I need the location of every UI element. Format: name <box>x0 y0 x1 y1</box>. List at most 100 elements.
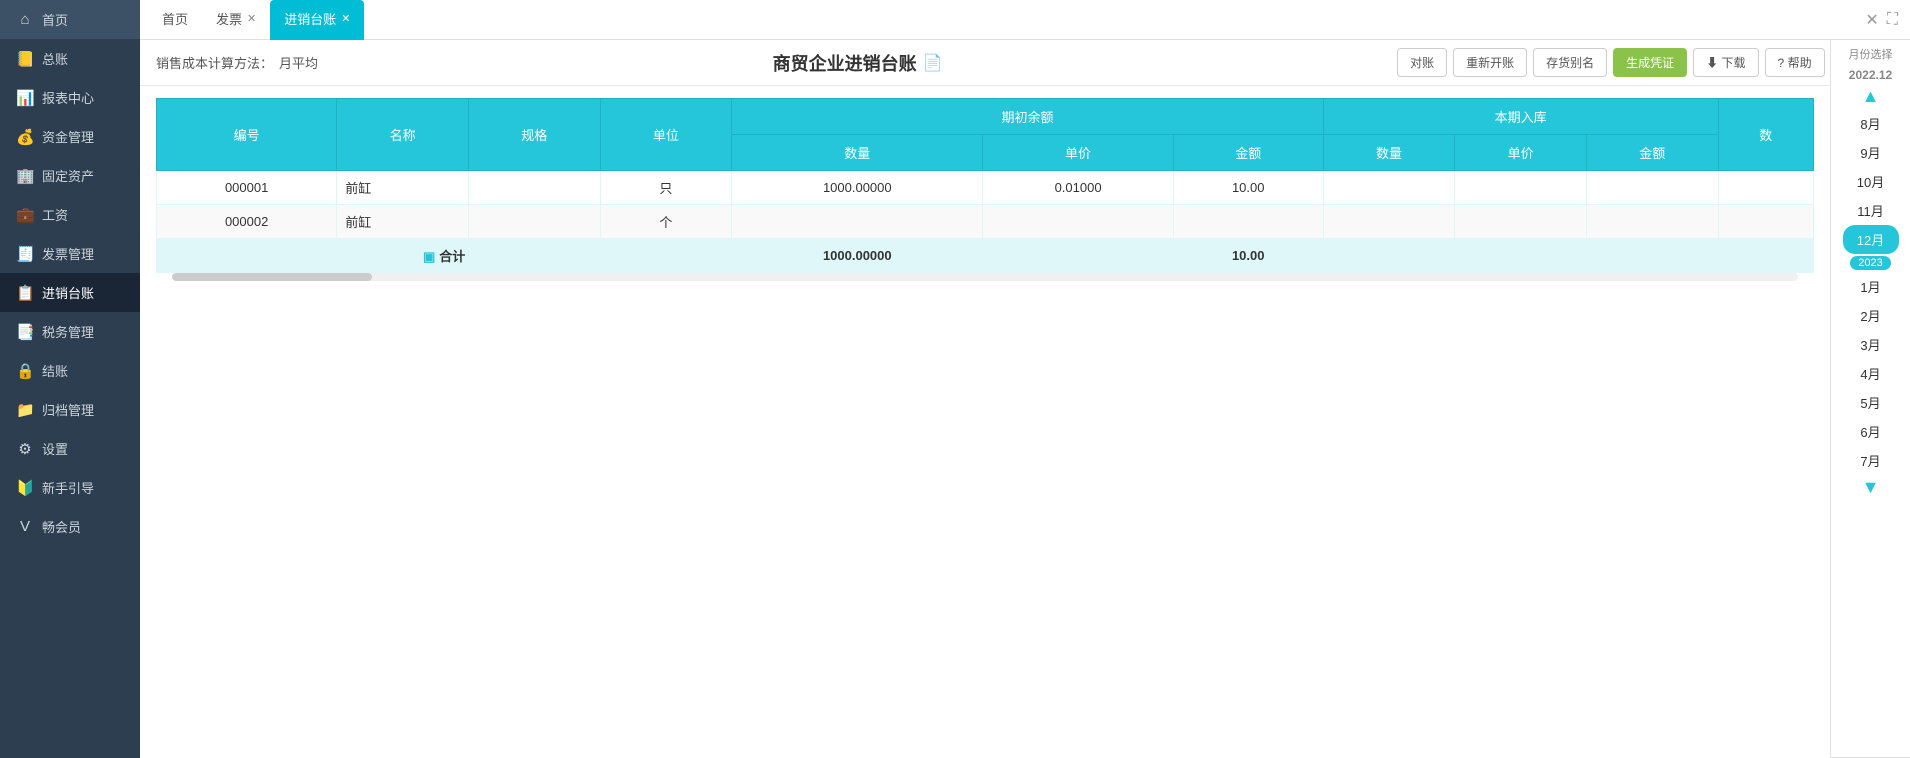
help-icon: ? <box>1778 56 1785 70</box>
table-container: 编号 名称 规格 单位 期初余额 本期入库 数 数量 单价 金额 数 <box>140 86 1830 758</box>
cell-opening-qty: 1000.00000 <box>732 171 983 205</box>
sidebar-icon-invoice_mgmt: 🧾 <box>16 245 34 263</box>
th-more: 数 <box>1718 99 1813 171</box>
th-unit: 单位 <box>600 99 732 171</box>
month-item-11月[interactable]: 11月 <box>1843 196 1899 225</box>
th-current-in-qty: 数量 <box>1323 135 1455 171</box>
sidebar-item-home[interactable]: ⌂首页 <box>0 0 140 39</box>
cell-opening-price: 0.01000 <box>983 171 1173 205</box>
sidebar-item-tax[interactable]: 📑税务管理 <box>0 312 140 351</box>
main-area: 首页 发票 ✕ 进销台账 ✕ ✕ ⛶ 销售成本计算方法： 月平均 商贸企业进销台… <box>140 0 1910 758</box>
th-name: 名称 <box>337 99 469 171</box>
page-title: 商贸企业进销台账 📄 <box>318 50 1397 76</box>
cost-method-label: 销售成本计算方法： <box>156 53 273 72</box>
scroll-down-button[interactable]: ▼ <box>1862 475 1880 500</box>
cost-method-area: 销售成本计算方法： 月平均 <box>156 53 318 72</box>
sidebar-item-payroll[interactable]: 💼工资 <box>0 195 140 234</box>
month-item-5月[interactable]: 5月 <box>1843 388 1899 417</box>
generate-voucher-button[interactable]: 生成凭证 <box>1613 48 1687 77</box>
save-alias-button[interactable]: 存货别名 <box>1533 48 1607 77</box>
year-2023-badge: 2023 <box>1850 256 1890 270</box>
cell-current-in-qty <box>1323 171 1455 205</box>
sidebar-item-assets[interactable]: 🏢固定资产 <box>0 156 140 195</box>
toolbar-right: 对账 重新开账 存货别名 生成凭证 ⬇ 下载 ? 帮助 ↻ 刷新 <box>1397 48 1894 77</box>
sidebar-label-purchase_sales: 进销台账 <box>42 283 94 302</box>
expand-button[interactable]: ⛶ <box>1887 10 1898 30</box>
sidebar-item-reports[interactable]: 📊报表中心 <box>0 78 140 117</box>
th-spec: 规格 <box>468 99 600 171</box>
sidebar-label-invoice_mgmt: 发票管理 <box>42 244 94 263</box>
sidebar-icon-purchase_sales: 📋 <box>16 284 34 302</box>
month-item-2月[interactable]: 2月 <box>1843 301 1899 330</box>
total-opening-price <box>983 239 1173 273</box>
download-label: 下载 <box>1722 56 1746 70</box>
table-row[interactable]: 000002 前缸 个 <box>157 205 1814 239</box>
tab-invoice-close[interactable]: ✕ <box>247 12 256 25</box>
th-opening-qty: 数量 <box>732 135 983 171</box>
month-item-3月[interactable]: 3月 <box>1843 330 1899 359</box>
cell-spec <box>468 171 600 205</box>
cell-current-in-amount <box>1586 171 1718 205</box>
toolbar: 销售成本计算方法： 月平均 商贸企业进销台账 📄 对账 重新开账 存货别名 生成… <box>140 40 1910 86</box>
tab-home-label: 首页 <box>162 9 188 28</box>
tab-home[interactable]: 首页 <box>148 0 202 40</box>
month-item-7月[interactable]: 7月 <box>1843 446 1899 475</box>
month-item-6月[interactable]: 6月 <box>1843 417 1899 446</box>
download-icon: ⬇ <box>1706 56 1718 70</box>
sidebar-icon-home: ⌂ <box>16 11 34 28</box>
cell-spec <box>468 205 600 239</box>
doc-icon: 📄 <box>923 53 943 73</box>
cell-more <box>1718 171 1813 205</box>
month-item-4月[interactable]: 4月 <box>1843 359 1899 388</box>
download-button[interactable]: ⬇ 下载 <box>1693 48 1758 77</box>
tab-invoice[interactable]: 发票 ✕ <box>202 0 270 40</box>
reconcile-button[interactable]: 对账 <box>1397 48 1447 77</box>
sidebar-icon-settings: ⚙ <box>16 440 34 458</box>
total-row: ▣合计 1000.00000 10.00 <box>157 239 1814 273</box>
sidebar-item-guide[interactable]: 🔰新手引导 <box>0 468 140 507</box>
help-label: 帮助 <box>1788 56 1812 70</box>
month-item-1月[interactable]: 1月 <box>1843 272 1899 301</box>
reopen-button[interactable]: 重新开账 <box>1453 48 1527 77</box>
sidebar-icon-funds: 💰 <box>16 128 34 146</box>
table-row[interactable]: 000001 前缸 只 1000.00000 0.01000 10.00 <box>157 171 1814 205</box>
month-item-10月[interactable]: 10月 <box>1843 167 1899 196</box>
page-content: 销售成本计算方法： 月平均 商贸企业进销台账 📄 对账 重新开账 存货别名 生成… <box>140 40 1910 758</box>
sidebar-item-archive[interactable]: 📁归档管理 <box>0 390 140 429</box>
tab-purchase-sales[interactable]: 进销台账 ✕ <box>270 0 364 40</box>
cell-current-in-amount <box>1586 205 1718 239</box>
th-code: 编号 <box>157 99 337 171</box>
main-table: 编号 名称 规格 单位 期初余额 本期入库 数 数量 单价 金额 数 <box>156 98 1814 273</box>
scroll-up-button[interactable]: ▲ <box>1862 86 1880 109</box>
sidebar-label-reports: 报表中心 <box>42 88 94 107</box>
month-item-8月[interactable]: 8月 <box>1843 109 1899 138</box>
cell-current-in-price <box>1455 205 1587 239</box>
close-button[interactable]: ✕ <box>1865 10 1878 30</box>
table-scrollbar-thumb <box>172 273 372 281</box>
sidebar-label-settings: 设置 <box>42 439 68 458</box>
sidebar-item-close[interactable]: 🔒结账 <box>0 351 140 390</box>
sidebar-label-ledger: 总账 <box>42 49 68 68</box>
th-current-in-amount: 金额 <box>1586 135 1718 171</box>
total-more <box>1718 239 1813 273</box>
help-button[interactable]: ? 帮助 <box>1765 48 1825 77</box>
sidebar-item-ledger[interactable]: 📒总账 <box>0 39 140 78</box>
table-scrollbar[interactable] <box>172 273 1798 281</box>
sidebar-item-invoice_mgmt[interactable]: 🧾 发票管理 <box>0 234 140 273</box>
tab-purchase-sales-close[interactable]: ✕ <box>341 12 350 25</box>
sidebar-label-assets: 固定资产 <box>42 166 94 185</box>
sidebar-icon-archive: 📁 <box>16 401 34 419</box>
month-item-12月[interactable]: 12月 <box>1843 225 1899 254</box>
cell-current-in-qty <box>1323 205 1455 239</box>
cell-more <box>1718 205 1813 239</box>
sidebar-item-settings[interactable]: ⚙ 设置 <box>0 429 140 468</box>
total-opening-amount: 10.00 <box>1173 239 1323 273</box>
sidebar-item-funds[interactable]: 💰资金管理 <box>0 117 140 156</box>
total-current-in-qty <box>1323 239 1455 273</box>
month-item-9月[interactable]: 9月 <box>1843 138 1899 167</box>
sidebar-icon-guide: 🔰 <box>16 479 34 497</box>
sidebar-item-member[interactable]: V畅会员 <box>0 507 140 546</box>
cost-method-value: 月平均 <box>279 53 318 72</box>
total-current-in-amount <box>1586 239 1718 273</box>
sidebar-item-purchase_sales[interactable]: 📋 进销台账 <box>0 273 140 312</box>
